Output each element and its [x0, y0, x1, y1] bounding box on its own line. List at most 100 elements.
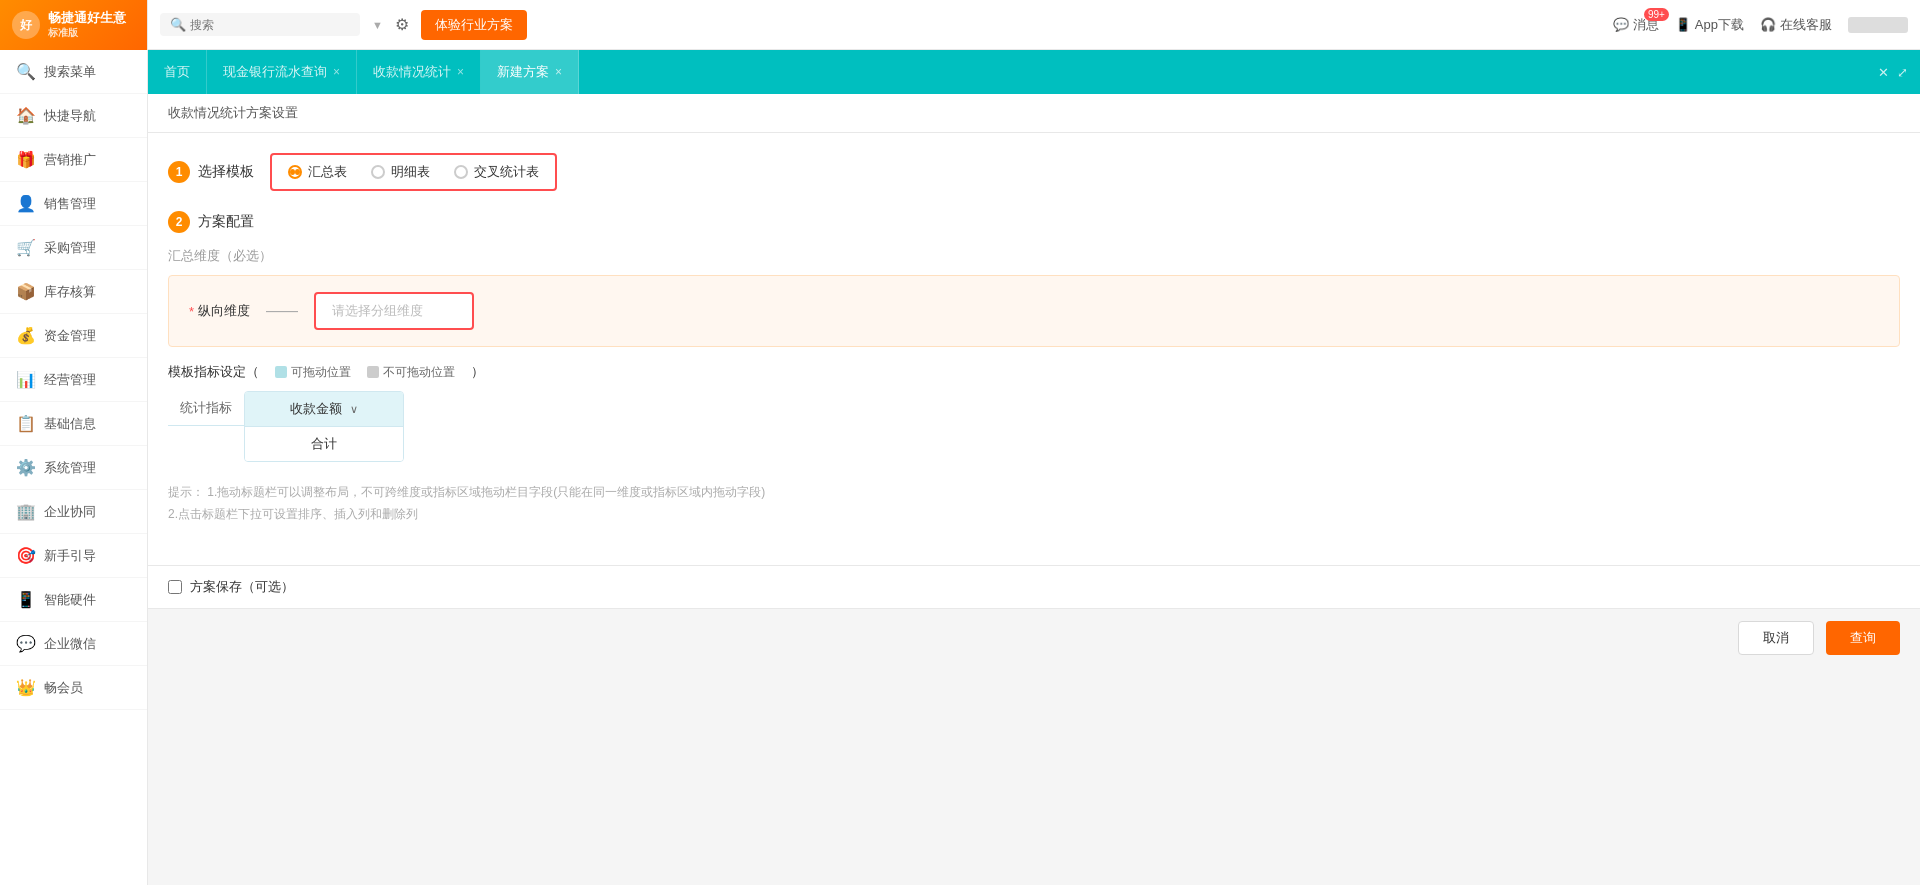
service-icon: 🎧 — [1760, 17, 1776, 32]
metrics-total-cell: 合计 — [245, 427, 403, 461]
message-badge: 99+ — [1644, 8, 1669, 21]
user-icon: 👤 — [16, 194, 36, 213]
search-input[interactable] — [190, 18, 350, 32]
content-area: 收款情况统计方案设置 1 选择模板 汇总表 — [148, 94, 1920, 885]
sidebar-item-membership[interactable]: 👑 畅会员 — [0, 666, 147, 710]
radio-summary-label: 汇总表 — [308, 163, 347, 181]
sidebar-item-sales[interactable]: 👤 销售管理 — [0, 182, 147, 226]
tip-line-2: 2.点击标题栏下拉可设置排序、插入列和删除列 — [168, 504, 1900, 526]
sidebar-item-label: 采购管理 — [44, 239, 96, 257]
radio-bordered-container: 汇总表 明细表 交叉统计表 — [270, 153, 557, 191]
query-button[interactable]: 查询 — [1826, 621, 1900, 655]
logo-sub: 标准版 — [48, 26, 126, 40]
movable-legend: 可拖动位置 — [275, 364, 351, 381]
radio-detail[interactable]: 明细表 — [371, 163, 430, 181]
message-btn[interactable]: 💬 消息 99+ — [1613, 16, 1659, 34]
sidebar-item-label: 基础信息 — [44, 415, 96, 433]
required-mark: * — [189, 304, 194, 319]
tip-1-text: 提示： 1.拖动标题栏可以调整布局，不可跨维度或指标区域拖动栏目字段(只能在同一… — [168, 482, 765, 504]
online-service-btn[interactable]: 🎧 在线客服 — [1760, 16, 1832, 34]
save-section: 方案保存（可选） — [148, 565, 1920, 608]
step1-section: 1 选择模板 汇总表 明细表 — [168, 153, 1900, 191]
download-icon: 📱 — [1675, 17, 1691, 32]
sidebar-item-search-menu[interactable]: 🔍 搜索菜单 — [0, 50, 147, 94]
fixed-label: 不可拖动位置 — [383, 364, 455, 381]
tab-expand-icon[interactable]: ⤢ — [1897, 65, 1908, 80]
fixed-dot — [367, 366, 379, 378]
tab-cash-bank[interactable]: 现金银行流水查询 × — [207, 50, 357, 94]
metrics-title: 模板指标设定（ — [168, 363, 259, 381]
step2-num: 2 — [168, 211, 190, 233]
trial-btn[interactable]: 体验行业方案 — [421, 10, 527, 40]
col-dropdown-arrow[interactable]: ∨ — [350, 403, 358, 416]
radio-summary[interactable]: 汇总表 — [288, 163, 347, 181]
sidebar-item-label: 销售管理 — [44, 195, 96, 213]
sidebar-item-beginner[interactable]: 🎯 新手引导 — [0, 534, 147, 578]
save-checkbox[interactable] — [168, 580, 182, 594]
app-download-btn[interactable]: 📱 App下载 — [1675, 16, 1744, 34]
metrics-header: 模板指标设定（ 可拖动位置 不可拖动位置 ） — [168, 363, 1900, 381]
movable-dot — [275, 366, 287, 378]
sidebar-item-label: 搜索菜单 — [44, 63, 96, 81]
logo-icon: 好 — [12, 11, 40, 39]
cancel-button[interactable]: 取消 — [1738, 621, 1814, 655]
tab-home-label: 首页 — [164, 63, 190, 81]
page-title-bar: 收款情况统计方案设置 — [148, 94, 1920, 133]
tab-collect-stat-label: 收款情况统计 — [373, 63, 451, 81]
step1-title: 选择模板 — [198, 163, 254, 181]
tabbar: 首页 现金银行流水查询 × 收款情况统计 × 新建方案 × ✕ ⤢ — [148, 50, 1920, 94]
tab-new-plan-label: 新建方案 — [497, 63, 549, 81]
sidebar-item-finance[interactable]: 💰 资金管理 — [0, 314, 147, 358]
radio-detail-circle — [371, 165, 385, 179]
sidebar-item-label: 快捷导航 — [44, 107, 96, 125]
tab-collect-stat[interactable]: 收款情况统计 × — [357, 50, 481, 94]
user-avatar[interactable] — [1848, 17, 1908, 33]
gift-icon: 🎁 — [16, 150, 36, 169]
crown-icon: 👑 — [16, 678, 36, 697]
tab-home[interactable]: 首页 — [148, 50, 207, 94]
mobile-icon: 📱 — [16, 590, 36, 609]
tab-cash-bank-close[interactable]: × — [333, 65, 340, 79]
sidebar-item-corp-wechat[interactable]: 💬 企业微信 — [0, 622, 147, 666]
sidebar-item-purchase[interactable]: 🛒 采购管理 — [0, 226, 147, 270]
sidebar-item-smart-hw[interactable]: 📱 智能硬件 — [0, 578, 147, 622]
tip-line-1: 提示： 1.拖动标题栏可以调整布局，不可跨维度或指标区域拖动栏目字段(只能在同一… — [168, 482, 1900, 504]
sidebar-item-sys-mgmt[interactable]: ⚙️ 系统管理 — [0, 446, 147, 490]
sidebar-menu: 🔍 搜索菜单 🏠 快捷导航 🎁 营销推广 👤 销售管理 🛒 采购管理 📦 库存核… — [0, 50, 147, 885]
tab-new-plan[interactable]: 新建方案 × — [481, 50, 579, 94]
sidebar-item-inventory[interactable]: 📦 库存核算 — [0, 270, 147, 314]
search-icon: 🔍 — [170, 17, 186, 32]
sidebar-item-label: 库存核算 — [44, 283, 96, 301]
radio-cross[interactable]: 交叉统计表 — [454, 163, 539, 181]
sidebar-item-marketing[interactable]: 🎁 营销推广 — [0, 138, 147, 182]
search-box[interactable]: 🔍 — [160, 13, 360, 36]
stats-row-label — [168, 426, 244, 442]
metrics-title-close: ） — [471, 363, 484, 381]
step2-title: 方案配置 — [198, 213, 254, 231]
topbar-dropdown-arrow[interactable]: ▼ — [372, 19, 383, 31]
sidebar-item-label: 新手引导 — [44, 547, 96, 565]
footer-bar: 取消 查询 — [148, 608, 1920, 667]
tab-new-plan-close[interactable]: × — [555, 65, 562, 79]
logo-brand: 畅捷通好生意 — [48, 10, 126, 26]
sidebar-item-operations[interactable]: 📊 经营管理 — [0, 358, 147, 402]
sidebar-item-label: 系统管理 — [44, 459, 96, 477]
clipboard-icon: 📋 — [16, 414, 36, 433]
metrics-col-header[interactable]: 收款金额 ∨ — [245, 392, 403, 427]
radio-cross-circle — [454, 165, 468, 179]
fixed-legend: 不可拖动位置 — [367, 364, 455, 381]
tab-collect-stat-close[interactable]: × — [457, 65, 464, 79]
sidebar-item-label: 智能硬件 — [44, 591, 96, 609]
tab-close-all-icon[interactable]: ✕ — [1878, 65, 1889, 80]
sidebar-item-label: 营销推广 — [44, 151, 96, 169]
sidebar-item-corp-collab[interactable]: 🏢 企业协同 — [0, 490, 147, 534]
dimension-arrow: —— — [266, 302, 298, 320]
sidebar-item-base-info[interactable]: 📋 基础信息 — [0, 402, 147, 446]
sidebar-item-label: 企业协同 — [44, 503, 96, 521]
settings-icon[interactable]: ⚙ — [395, 15, 409, 34]
topbar-icons: 💬 消息 99+ 📱 App下载 🎧 在线客服 — [1613, 16, 1908, 34]
sidebar-item-quick-nav[interactable]: 🏠 快捷导航 — [0, 94, 147, 138]
stats-col: 统计指标 — [168, 391, 244, 462]
dimension-select[interactable]: 请选择分组维度 — [314, 292, 474, 330]
sidebar-item-label: 资金管理 — [44, 327, 96, 345]
